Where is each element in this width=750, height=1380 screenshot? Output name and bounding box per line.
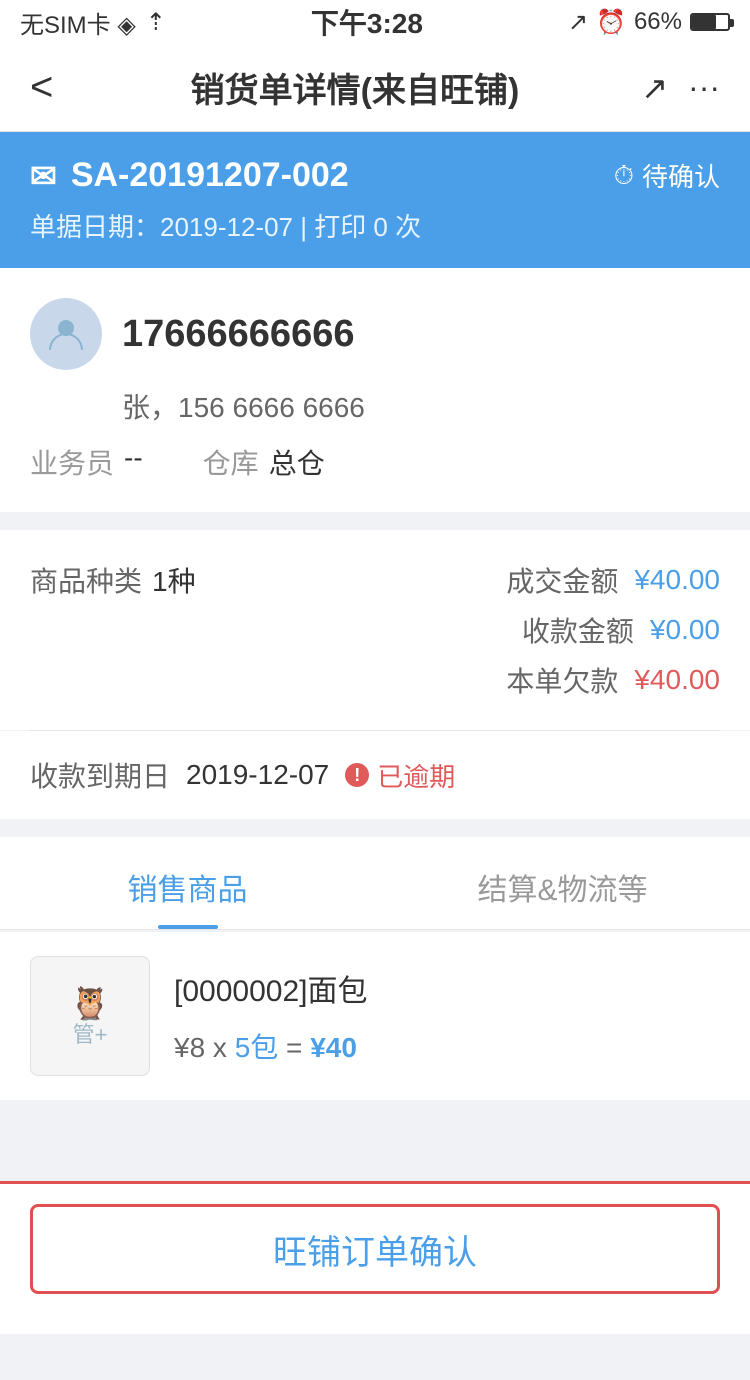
alarm-icon: ⏰ [596,8,626,37]
customer-card: 17666666666 张，156 6666 6666 业务员 -- 仓库 总仓 [0,268,750,512]
tab-sales-products[interactable]: 销售商品 [0,837,375,929]
nav-bar: < 销货单详情(来自旺铺) ↗ ··· [0,44,750,132]
received-value: ¥0.00 [650,614,720,646]
status-left: 无SIM卡 ◈ ⇡ [20,5,166,40]
tabs-container: 销售商品 结算&物流等 [0,837,750,930]
status-time: 下午3:28 [311,2,423,42]
overdue-text: 已逾期 [377,757,455,794]
battery-icon [690,13,730,31]
owed-amount: 本单欠款 ¥40.00 [506,660,720,700]
customer-meta: 业务员 -- 仓库 总仓 [30,442,720,482]
order-status: ⏱ 待确认 [614,157,720,194]
divider-2 [0,819,750,837]
status-bar: 无SIM卡 ◈ ⇡ 下午3:28 ↗ ⏰ 66% [0,0,750,44]
summary-card: 商品种类 1种 成交金额 ¥40.00 收款金额 ¥0.00 本单欠款 ¥40.… [0,530,750,730]
price-qty: 5包 [235,1032,279,1063]
product-types-label: 商品种类 [30,560,142,600]
price-total: ¥40 [310,1032,357,1063]
due-label: 收款到期日 [30,755,170,795]
product-item: 🦉 管+ [0000002]面包 ¥8 x 5包 = ¥40 [0,932,750,1100]
customer-phone: 17666666666 [122,313,354,356]
product-name: [0000002]面包 [174,966,720,1010]
due-date-value: 2019-12-07 [186,759,329,791]
owed-value: ¥40.00 [634,664,720,696]
warehouse-info: 仓库 总仓 [203,442,325,482]
transaction-label: 成交金额 [506,560,618,600]
status-right: ↗ ⏰ 66% [568,8,730,37]
warehouse-label: 仓库 [203,442,259,482]
warehouse-value: 总仓 [269,442,325,482]
customer-info: 张，156 6666 6666 [122,386,720,426]
customer-avatar [30,298,102,370]
back-button[interactable]: < [30,65,90,110]
page-title: 销货单详情(来自旺铺) [90,63,620,112]
status-text: 待确认 [642,157,720,194]
battery-text: 66% [634,8,682,36]
price-text: ¥8 x [174,1032,235,1063]
carrier-text: 无SIM卡 ◈ [20,5,136,40]
received-label: 收款金额 [522,610,634,650]
more-icon[interactable]: ··· [688,69,720,106]
salesperson-label: 业务员 [30,442,114,482]
owed-label: 本单欠款 [506,660,618,700]
overdue-badge: ! 已逾期 [345,757,455,794]
overdue-icon: ! [345,763,369,787]
wifi-icon: ⇡ [146,8,166,37]
salesperson-info: 业务员 -- [30,442,143,482]
confirm-order-button[interactable]: 旺铺订单确认 [30,1204,720,1294]
order-id-text: SA-20191207-002 [71,156,349,195]
divider-1 [0,512,750,530]
product-types: 商品种类 1种 [30,560,196,600]
order-icon: ✉ [30,157,57,195]
bottom-bar: 旺铺订单确认 [0,1181,750,1334]
location-icon: ↗ [568,8,588,37]
due-date-card: 收款到期日 2019-12-07 ! 已逾期 [0,731,750,819]
product-image: 🦉 管+ [30,956,150,1076]
nav-actions: ↗ ··· [620,69,720,107]
share-icon[interactable]: ↗ [641,69,668,107]
price-equals: = [278,1032,310,1063]
clock-icon: ⏱ [614,160,634,192]
salesperson-value: -- [124,442,143,482]
product-info: [0000002]面包 ¥8 x 5包 = ¥40 [174,966,720,1066]
order-header: ✉ SA-20191207-002 ⏱ 待确认 单据日期：2019-12-07 … [0,132,750,268]
product-types-value: 1种 [152,560,196,600]
order-date: 单据日期：2019-12-07 | 打印 0 次 [30,207,720,244]
amounts: 成交金额 ¥40.00 收款金额 ¥0.00 本单欠款 ¥40.00 [506,560,720,700]
received-amount: 收款金额 ¥0.00 [522,610,720,650]
transaction-value: ¥40.00 [634,564,720,596]
transaction-amount: 成交金额 ¥40.00 [506,560,720,600]
product-price: ¥8 x 5包 = ¥40 [174,1026,720,1066]
product-logo: 🦉 管+ [70,984,110,1049]
tab-settlement[interactable]: 结算&物流等 [375,837,750,929]
order-id: ✉ SA-20191207-002 [30,156,349,195]
